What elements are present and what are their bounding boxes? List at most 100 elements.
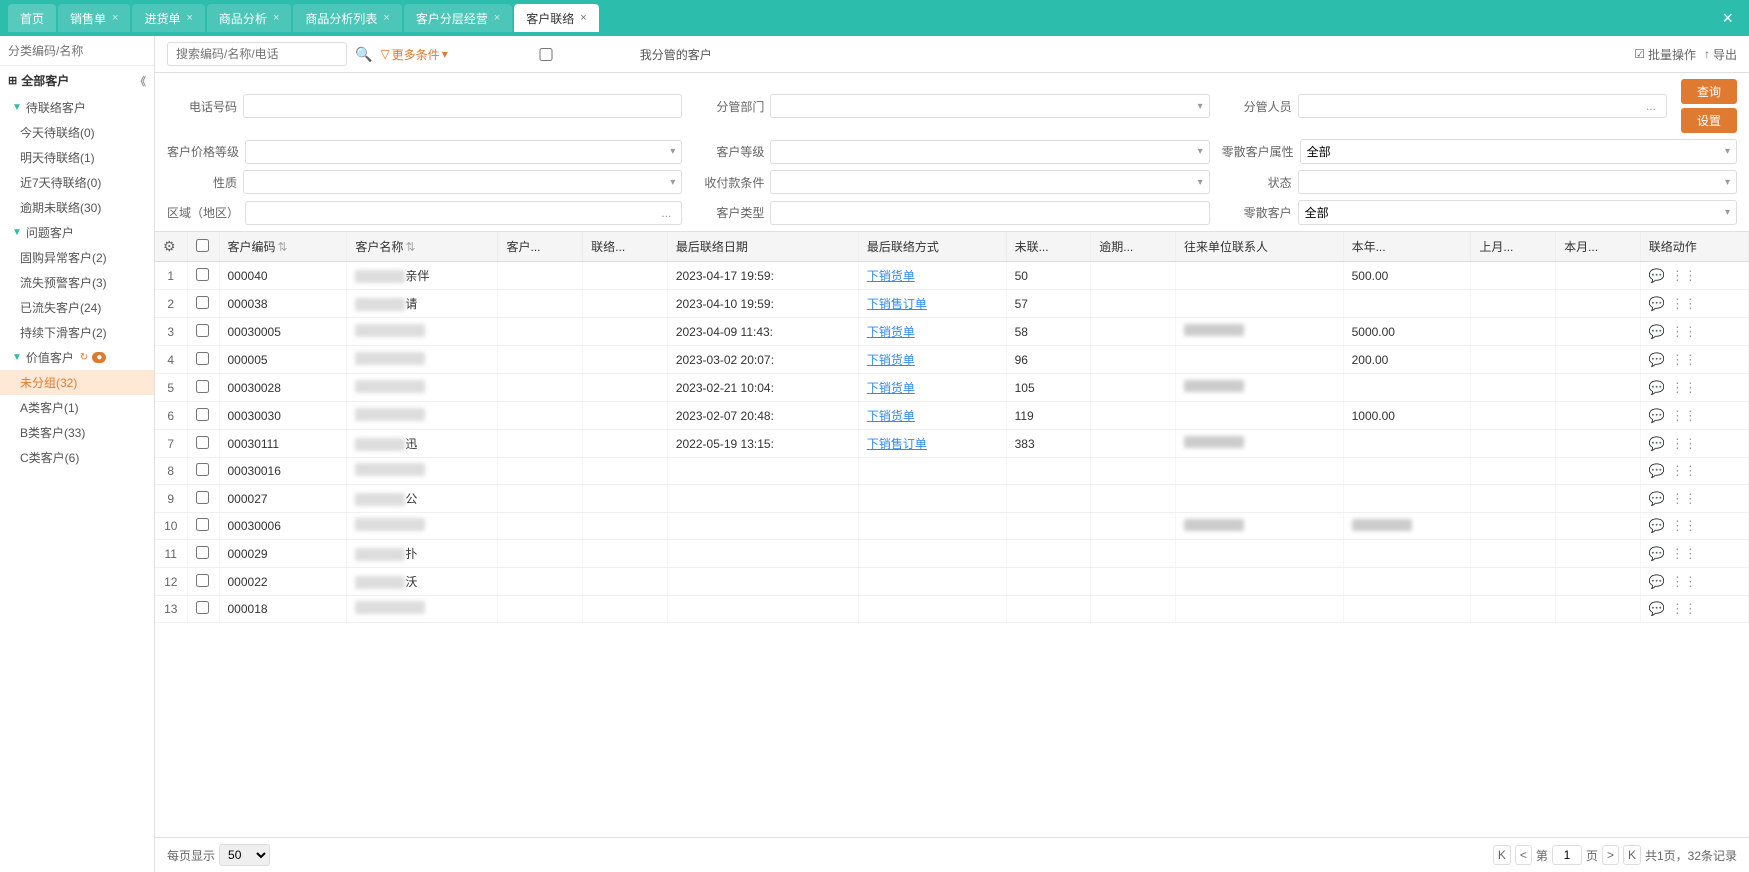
- row-checkbox[interactable]: [196, 408, 209, 421]
- more-icon[interactable]: ⋮⋮: [1671, 268, 1697, 284]
- tab-purchase-close[interactable]: ×: [186, 12, 192, 24]
- tab-customer-layer-close[interactable]: ×: [494, 12, 500, 24]
- my-customers-check[interactable]: [456, 48, 636, 61]
- ellipsis-icon2[interactable]: ...: [657, 206, 675, 220]
- last-way-link[interactable]: 下销货单: [867, 325, 915, 339]
- price-level-input[interactable]: ▾: [245, 140, 682, 164]
- more-icon[interactable]: ⋮⋮: [1671, 352, 1697, 368]
- payment-input[interactable]: ▾: [770, 170, 1209, 194]
- more-icon[interactable]: ⋮⋮: [1671, 463, 1697, 479]
- last-way-link[interactable]: 下销售订单: [867, 437, 927, 451]
- more-icon[interactable]: ⋮⋮: [1671, 518, 1697, 534]
- first-page-button[interactable]: K: [1493, 845, 1511, 865]
- refresh-icon[interactable]: ↻: [80, 352, 88, 363]
- contact-icon[interactable]: 💬: [1649, 546, 1665, 562]
- contact-icon[interactable]: 💬: [1649, 491, 1665, 507]
- contact-icon[interactable]: 💬: [1649, 574, 1665, 590]
- tab-customer-contact[interactable]: 客户联络 ×: [514, 4, 598, 32]
- row-checkbox[interactable]: [196, 546, 209, 559]
- sidebar-item-today[interactable]: 今天待联络(0): [0, 120, 154, 145]
- tab-analysis-list[interactable]: 商品分析列表 ×: [293, 4, 401, 32]
- more-icon[interactable]: ⋮⋮: [1671, 296, 1697, 312]
- region-input[interactable]: ...: [245, 201, 682, 225]
- more-icon[interactable]: ⋮⋮: [1671, 601, 1697, 617]
- last-way-link[interactable]: 下销售订单: [867, 297, 927, 311]
- tab-analysis-list-close[interactable]: ×: [383, 12, 389, 24]
- prev-page-button[interactable]: <: [1515, 845, 1532, 865]
- select-all-checkbox[interactable]: [196, 239, 209, 252]
- row-checkbox[interactable]: [196, 296, 209, 309]
- sidebar-item-tomorrow[interactable]: 明天待联络(1): [0, 145, 154, 170]
- tab-analysis-close[interactable]: ×: [273, 12, 279, 24]
- sidebar-all-customers[interactable]: ⊞ 全部客户 《: [0, 66, 154, 95]
- tab-home[interactable]: 首页: [8, 4, 56, 32]
- sidebar-group-pending[interactable]: ▼ 待联络客户: [0, 95, 154, 120]
- more-icon[interactable]: ⋮⋮: [1671, 574, 1697, 590]
- reset-button[interactable]: 设置: [1681, 108, 1737, 133]
- more-icon[interactable]: ⋮⋮: [1671, 324, 1697, 340]
- contact-icon[interactable]: 💬: [1649, 268, 1665, 284]
- sidebar-group-problem[interactable]: ▼ 问题客户: [0, 220, 154, 245]
- my-customers-checkbox[interactable]: 我分管的客户: [456, 46, 712, 63]
- sort-icon2[interactable]: ⇅: [405, 240, 415, 254]
- dept-input[interactable]: ▾: [770, 94, 1209, 118]
- window-close-button[interactable]: ×: [1714, 8, 1741, 29]
- status-input[interactable]: ▾: [1298, 170, 1737, 194]
- tab-customer-layer[interactable]: 客户分层经营 ×: [404, 4, 512, 32]
- more-icon[interactable]: ⋮⋮: [1671, 380, 1697, 396]
- sidebar-item-lost[interactable]: 已流失客户(24): [0, 295, 154, 320]
- sidebar-item-overdue[interactable]: 逾期未联络(30): [0, 195, 154, 220]
- row-checkbox[interactable]: [196, 380, 209, 393]
- row-checkbox[interactable]: [196, 463, 209, 476]
- last-way-link[interactable]: 下销货单: [867, 409, 915, 423]
- batch-ops-button[interactable]: ☑ 批量操作: [1634, 46, 1696, 63]
- ellipsis-icon[interactable]: ...: [1642, 99, 1660, 113]
- query-button[interactable]: 查询: [1681, 79, 1737, 104]
- search-icon[interactable]: 🔍: [355, 46, 372, 63]
- more-icon[interactable]: ⋮⋮: [1671, 491, 1697, 507]
- more-icon[interactable]: ⋮⋮: [1671, 436, 1697, 452]
- tab-analysis[interactable]: 商品分析 ×: [207, 4, 291, 32]
- sidebar-item-group-c[interactable]: C类客户(6): [0, 445, 154, 470]
- tab-sales-close[interactable]: ×: [112, 12, 118, 24]
- contact-icon[interactable]: 💬: [1649, 296, 1665, 312]
- more-conditions-button[interactable]: ▽ 更多条件 ▾: [380, 46, 447, 63]
- sidebar-item-near7days[interactable]: 近7天待联络(0): [0, 170, 154, 195]
- contact-icon[interactable]: 💬: [1649, 518, 1665, 534]
- settings-icon[interactable]: ⚙: [163, 238, 176, 254]
- sidebar-item-unclassified[interactable]: 未分组(32): [0, 370, 154, 395]
- contact-icon[interactable]: 💬: [1649, 352, 1665, 368]
- row-checkbox[interactable]: [196, 352, 209, 365]
- page-number-input[interactable]: [1552, 845, 1582, 865]
- contact-icon[interactable]: 💬: [1649, 380, 1665, 396]
- sidebar-item-decline[interactable]: 持续下滑客户(2): [0, 320, 154, 345]
- row-checkbox[interactable]: [196, 436, 209, 449]
- last-way-link[interactable]: 下销货单: [867, 269, 915, 283]
- phone-input[interactable]: [243, 94, 682, 118]
- customer-level-input[interactable]: ▾: [770, 140, 1209, 164]
- search-input[interactable]: [167, 42, 347, 66]
- tab-customer-contact-close[interactable]: ×: [580, 12, 586, 24]
- retail-customer-input[interactable]: 全部 ▾: [1298, 200, 1737, 225]
- contact-icon[interactable]: 💬: [1649, 436, 1665, 452]
- tab-sales[interactable]: 销售单 ×: [58, 4, 130, 32]
- row-checkbox[interactable]: [196, 601, 209, 614]
- tab-purchase[interactable]: 进货单 ×: [132, 4, 204, 32]
- contact-icon[interactable]: 💬: [1649, 324, 1665, 340]
- last-way-link[interactable]: 下销货单: [867, 353, 915, 367]
- sidebar-item-group-b[interactable]: B类客户(33): [0, 420, 154, 445]
- last-page-button[interactable]: K: [1623, 845, 1641, 865]
- per-page-select[interactable]: 50 100 200: [219, 844, 270, 866]
- nature-input[interactable]: ▾: [243, 170, 682, 194]
- export-button[interactable]: ↑ 导出: [1704, 46, 1737, 63]
- contact-icon[interactable]: 💬: [1649, 601, 1665, 617]
- row-checkbox[interactable]: [196, 324, 209, 337]
- sidebar-item-group-a[interactable]: A类客户(1): [0, 395, 154, 420]
- retail-attr-input[interactable]: 全部 ▾: [1300, 139, 1737, 164]
- row-checkbox[interactable]: [196, 574, 209, 587]
- customer-type-input[interactable]: [770, 201, 1209, 225]
- sidebar-group-value[interactable]: ▼ 价值客户 ↻ ●: [0, 345, 154, 370]
- more-icon[interactable]: ⋮⋮: [1671, 408, 1697, 424]
- more-icon[interactable]: ⋮⋮: [1671, 546, 1697, 562]
- sidebar-search-input[interactable]: [8, 44, 155, 58]
